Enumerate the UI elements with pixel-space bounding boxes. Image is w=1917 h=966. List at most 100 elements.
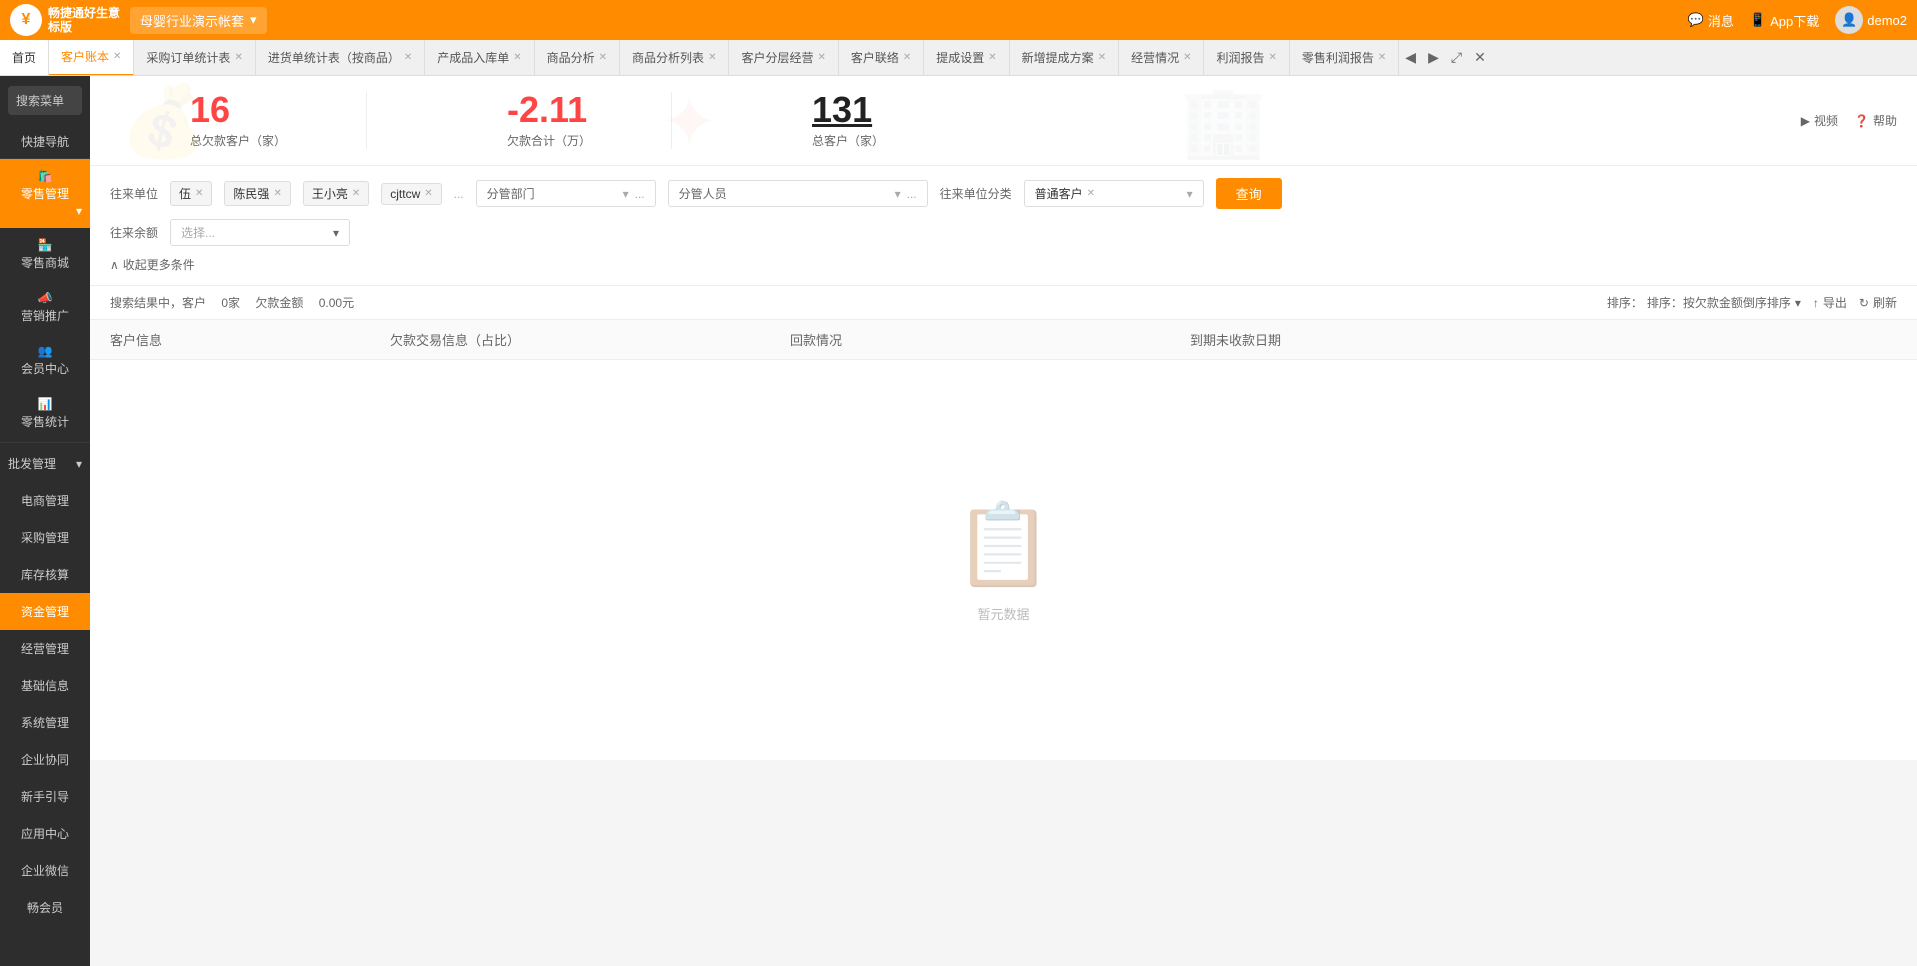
tab-close-icon[interactable]: ✕ — [903, 52, 911, 63]
member-icon: 👥 — [38, 344, 53, 358]
tab-close-icon[interactable]: ✕ — [404, 52, 412, 63]
tab-prev-btn[interactable]: ◀ — [1399, 40, 1422, 76]
results-bar: 搜索结果中，客户 0家 欠款金额 0.00元 排序： 排序：按欠款金额倒序排序 … — [90, 286, 1917, 320]
filter-tag-chen[interactable]: 陈民强 ✕ — [224, 181, 290, 206]
department-select[interactable]: 分管部门 ▾ ... — [476, 180, 656, 207]
table-header: 客户信息 欠款交易信息（占比） 回款情况 到期未收款日期 — [90, 320, 1917, 360]
sidebar-item-retail-mall[interactable]: 🏪 零售商城 — [0, 228, 90, 281]
app-download-btn[interactable]: 📱 App下载 — [1750, 11, 1819, 30]
stat-all-customers: 131 总客户（家） — [672, 92, 924, 149]
tab-next-btn[interactable]: ▶ — [1422, 40, 1445, 76]
tab-close-all-btn[interactable]: ✕ — [1468, 40, 1492, 76]
tag-close-wang[interactable]: ✕ — [352, 188, 360, 199]
stat-customers-label: 总欠款客户（家） — [190, 132, 286, 149]
store-selector[interactable]: 母婴行业演示帐套 ▾ — [130, 7, 267, 34]
tab-new-commission[interactable]: 新增提成方案 ✕ — [1010, 40, 1119, 76]
tag-close-normal[interactable]: ✕ — [1087, 188, 1095, 199]
remainder-label: 往来余额 — [110, 224, 158, 241]
tab-home[interactable]: 首页 — [0, 40, 49, 76]
tab-inventory-stats[interactable]: 进货单统计表（按商品） ✕ — [256, 40, 425, 76]
filter-tag-wang[interactable]: 王小亮 ✕ — [303, 181, 369, 206]
sidebar-item-finance-mgmt[interactable]: 资金管理 — [0, 593, 90, 630]
tab-product-analysis-list[interactable]: 商品分析列表 ✕ — [620, 40, 729, 76]
refresh-icon: ↻ — [1859, 296, 1869, 310]
content-area: 💰 ✦ 🏢 16 总欠款客户（家） -2.11 欠款合计（万） 131 总客户（… — [90, 76, 1917, 966]
tab-close-icon[interactable]: ✕ — [1378, 52, 1386, 63]
sidebar-item-member-center[interactable]: 👥 会员中心 — [0, 334, 90, 387]
sidebar-item-app-center[interactable]: 应用中心 — [0, 815, 90, 852]
sort-select[interactable]: 排序： 排序：按欠款金额倒序排序 ▾ — [1607, 294, 1801, 311]
unit-category-select[interactable]: 普通客户 ✕ ▾ — [1024, 180, 1204, 207]
search-menu-button[interactable]: 搜索菜单 — [8, 86, 82, 115]
tab-close-icon[interactable]: ✕ — [599, 52, 607, 63]
filter-row-1: 往来单位 伍 ✕ 陈民强 ✕ 王小亮 ✕ cjttcw ✕ ... — [110, 178, 1897, 209]
dept-more-btn[interactable]: ... — [635, 187, 645, 201]
collapse-btn[interactable]: ∧ 收起更多条件 — [110, 256, 1897, 273]
user-menu[interactable]: 👤 demo2 — [1835, 6, 1907, 34]
tab-close-icon[interactable]: ✕ — [708, 52, 716, 63]
sidebar-item-operations-mgmt[interactable]: 经营管理 — [0, 630, 90, 667]
stat-debt-value: -2.11 — [507, 92, 587, 128]
sidebar-item-enterprise-wechat[interactable]: 企业微信 — [0, 852, 90, 889]
tab-operations[interactable]: 经营情况 ✕ — [1119, 40, 1204, 76]
sidebar-item-purchase-mgmt[interactable]: 采购管理 — [0, 519, 90, 556]
sidebar-item-member-plus[interactable]: 畅会员 — [0, 889, 90, 926]
manager-select[interactable]: 分管人员 ▾ ... — [668, 180, 928, 207]
tag-close-chen[interactable]: ✕ — [273, 188, 281, 199]
tab-customer-contact[interactable]: 客户联络 ✕ — [839, 40, 924, 76]
mgr-more-btn[interactable]: ... — [907, 187, 917, 201]
tab-retail-profit[interactable]: 零售利润报告 ✕ — [1290, 40, 1399, 76]
refresh-btn[interactable]: ↻ 刷新 — [1859, 294, 1897, 311]
tag-close-wu[interactable]: ✕ — [195, 188, 203, 199]
tab-customer-tier[interactable]: 客户分层经营 ✕ — [729, 40, 838, 76]
sidebar-quick-nav[interactable]: 快捷导航 — [0, 125, 90, 159]
tab-product-inbound[interactable]: 产成品入库单 ✕ — [425, 40, 534, 76]
message-icon: 💬 — [1688, 12, 1704, 28]
stat-all-customers-label: 总客户（家） — [812, 132, 884, 149]
arrow-icon: ▾ — [76, 457, 82, 471]
tab-close-icon[interactable]: ✕ — [817, 52, 825, 63]
tab-close-icon[interactable]: ✕ — [1183, 52, 1191, 63]
sidebar-item-system-mgmt[interactable]: 系统管理 — [0, 704, 90, 741]
tab-close-icon[interactable]: ✕ — [513, 52, 521, 63]
help-btn[interactable]: ❓ 帮助 — [1854, 112, 1897, 129]
tab-close-icon[interactable]: ✕ — [1098, 52, 1106, 63]
sidebar-item-inventory-check[interactable]: 库存核算 — [0, 556, 90, 593]
tab-close-icon[interactable]: ✕ — [113, 51, 121, 62]
video-btn[interactable]: ▶ 视频 — [1801, 112, 1838, 129]
table-body: 📋 暂元数据 — [90, 360, 1917, 760]
debt-amount: 0.00元 — [319, 296, 354, 310]
sidebar-item-enterprise-collab[interactable]: 企业协同 — [0, 741, 90, 778]
query-button[interactable]: 查询 — [1216, 178, 1282, 209]
tab-close-icon[interactable]: ✕ — [988, 52, 996, 63]
filter-tag-normal-customer[interactable]: 普通客户 ✕ — [1035, 185, 1095, 202]
tab-close-icon[interactable]: ✕ — [1269, 52, 1277, 63]
sidebar-search-area: 搜索菜单 — [0, 76, 90, 125]
filter-tag-cjttcw[interactable]: cjttcw ✕ — [381, 183, 441, 205]
tab-commission-settings[interactable]: 提成设置 ✕ — [924, 40, 1009, 76]
empty-state: 📋 暂元数据 — [954, 498, 1054, 623]
tab-expand-btn[interactable]: ⤢ — [1445, 40, 1468, 76]
tab-customer-ledger[interactable]: 客户账本 ✕ — [49, 40, 134, 76]
sidebar-item-wholesale-mgmt[interactable]: 批发管理 ▾ — [0, 445, 90, 482]
tab-profit-report[interactable]: 利润报告 ✕ — [1204, 40, 1289, 76]
sidebar-item-basic-info[interactable]: 基础信息 — [0, 667, 90, 704]
tab-close-icon[interactable]: ✕ — [234, 52, 242, 63]
tag-close-cjttcw[interactable]: ✕ — [424, 188, 432, 199]
filter-tag-wu[interactable]: 伍 ✕ — [170, 181, 212, 206]
tab-purchase-order[interactable]: 采购订单统计表 ✕ — [134, 40, 255, 76]
message-btn[interactable]: 💬 消息 — [1688, 11, 1734, 30]
tab-product-analysis[interactable]: 商品分析 ✕ — [535, 40, 620, 76]
sidebar-item-ecommerce-mgmt[interactable]: 电商管理 — [0, 482, 90, 519]
customer-count: 0家 — [221, 296, 240, 310]
filter-more-btn[interactable]: ... — [454, 187, 464, 201]
sidebar-item-new-guide[interactable]: 新手引导 — [0, 778, 90, 815]
sidebar-item-marketing[interactable]: 📣 营销推广 — [0, 281, 90, 334]
stat-debt-label: 欠款合计（万） — [507, 132, 591, 149]
export-btn[interactable]: ↑ 导出 — [1813, 294, 1847, 311]
sidebar-item-retail-mgmt[interactable]: 🛍️ 零售管理 ▾ — [0, 159, 90, 228]
sidebar-item-retail-stats[interactable]: 📊 零售统计 — [0, 387, 90, 440]
sort-label: 排序： — [1607, 294, 1643, 311]
chevron-down-icon: ▾ — [1795, 296, 1801, 310]
remainder-input[interactable]: 选择... ▾ — [170, 219, 350, 246]
